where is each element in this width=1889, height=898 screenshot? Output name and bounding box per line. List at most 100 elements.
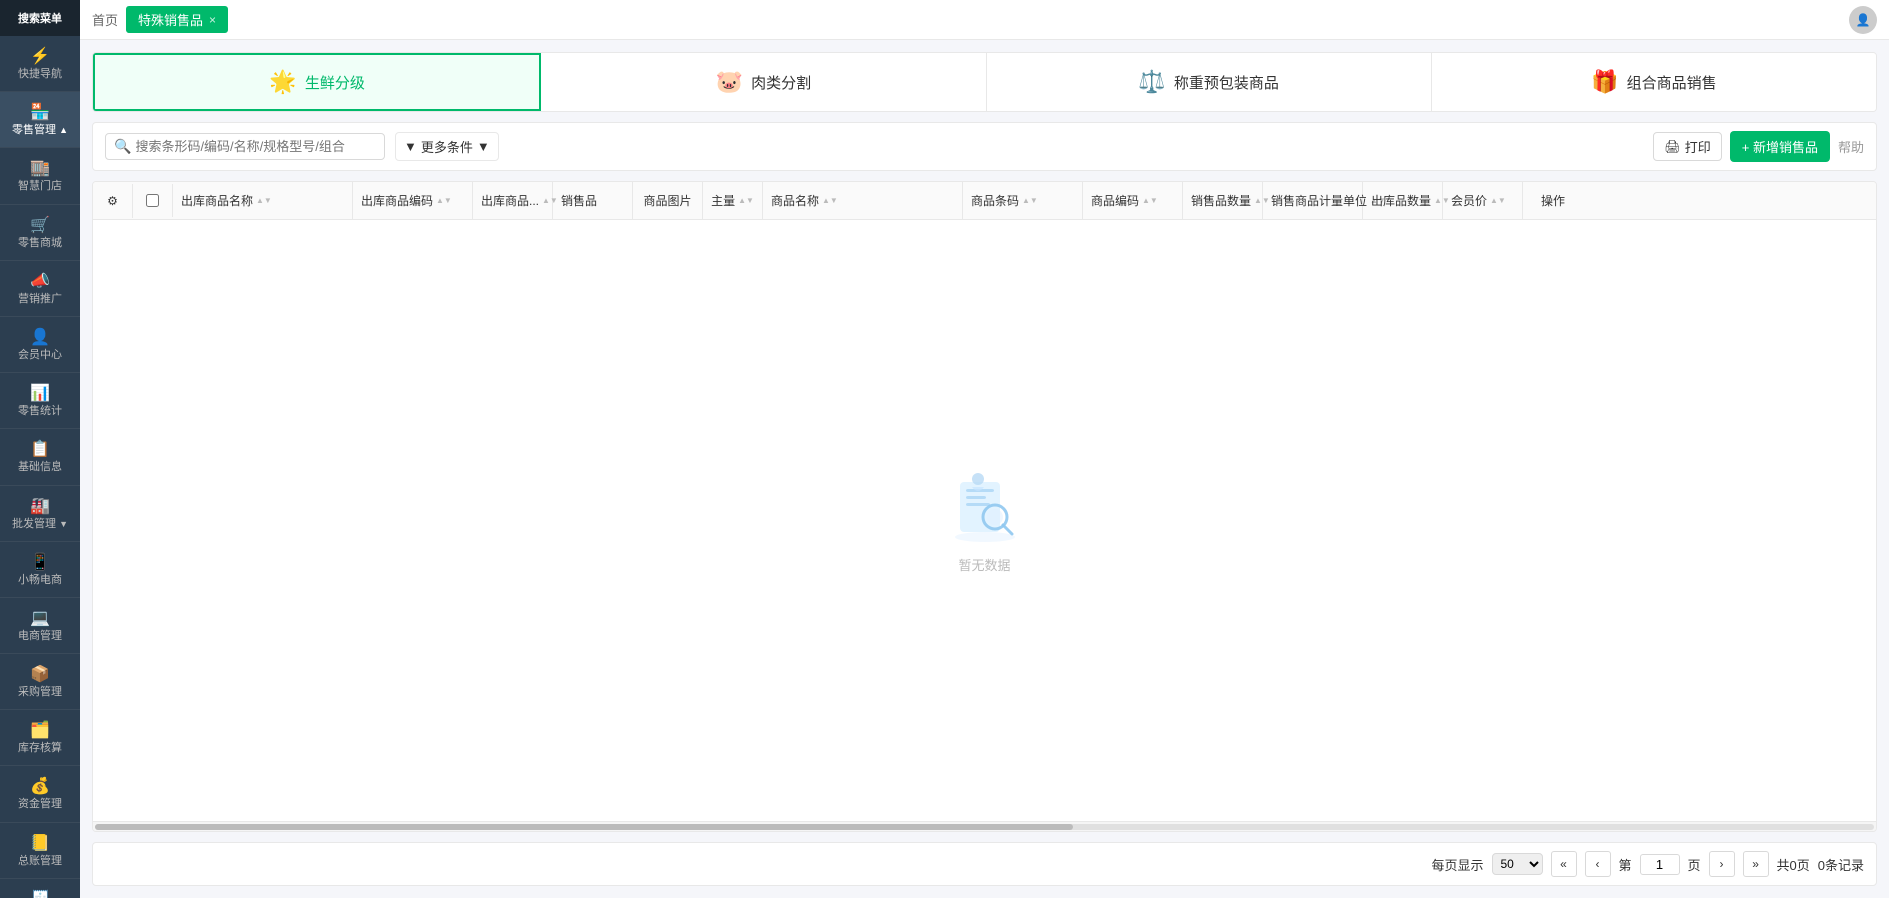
toolbar-right: 🖨 打印 + 新增销售品 帮助 bbox=[1653, 131, 1864, 162]
sidebar-item-label: 营销推广 bbox=[4, 293, 76, 306]
help-button[interactable]: 帮助 bbox=[1838, 137, 1864, 156]
basic-info-icon: 📋 bbox=[4, 439, 76, 459]
add-sales-item-button[interactable]: + 新增销售品 bbox=[1730, 131, 1830, 162]
th-gear[interactable]: ⚙ bbox=[93, 184, 133, 218]
th-check[interactable] bbox=[133, 184, 173, 217]
th-out-qty: 出库品数量 ▲▼ bbox=[1363, 182, 1443, 219]
prev-page-button[interactable]: ‹ bbox=[1585, 851, 1611, 877]
sidebar-item-label: 资金管理 bbox=[4, 798, 76, 811]
scroll-thumb[interactable] bbox=[95, 824, 1073, 830]
page-unit-label: 页 bbox=[1688, 855, 1701, 874]
th-out-name-label: 出库商品名称 bbox=[181, 192, 253, 209]
sidebar-item-retail-mgmt[interactable]: 🏪 零售管理 ▲ bbox=[0, 92, 80, 148]
print-button[interactable]: 🖨 打印 bbox=[1653, 132, 1722, 161]
stock-check-icon: 🗂️ bbox=[4, 720, 76, 740]
sort-icon[interactable]: ▲▼ bbox=[1142, 196, 1158, 205]
page-label: 第 bbox=[1619, 855, 1632, 874]
sidebar-item-general-ledger[interactable]: 📒 总账管理 bbox=[0, 823, 80, 879]
sort-icon[interactable]: ▲▼ bbox=[738, 196, 754, 205]
sidebar-item-label: 零售统计 bbox=[4, 405, 76, 418]
th-is-main: 主量 ▲▼ bbox=[703, 182, 763, 219]
sidebar-item-finance-mgmt[interactable]: 💰 资金管理 bbox=[0, 766, 80, 822]
gear-settings-icon: ⚙ bbox=[107, 194, 118, 208]
sidebar-item-ecom-mgmt[interactable]: 💻 电商管理 bbox=[0, 598, 80, 654]
retail-mall-icon: 🛒 bbox=[4, 215, 76, 235]
th-member-price-label: 会员价 bbox=[1451, 192, 1487, 209]
data-table: ⚙ 出库商品名称 ▲▼ 出库商品编码 ▲▼ 出库商品... bbox=[92, 181, 1877, 832]
horizontal-scrollbar[interactable] bbox=[93, 821, 1876, 831]
sidebar-item-member[interactable]: 👤 会员中心 bbox=[0, 317, 80, 373]
sidebar-item-wholesale-mgmt[interactable]: 🏭 批发管理 ▼ bbox=[0, 486, 80, 542]
sidebar-item-quick-nav[interactable]: ⚡ 快捷导航 bbox=[0, 36, 80, 92]
home-tab[interactable]: 首页 bbox=[92, 10, 118, 29]
per-page-select[interactable]: 50 100 200 bbox=[1492, 853, 1543, 875]
filter-button[interactable]: ▼ 更多条件 ▼ bbox=[395, 132, 499, 161]
sidebar-item-mini-store[interactable]: 📱 小畅电商 bbox=[0, 542, 80, 598]
retail-mgmt-icon: 🏪 bbox=[4, 102, 76, 122]
table-header: ⚙ 出库商品名称 ▲▼ 出库商品编码 ▲▼ 出库商品... bbox=[93, 182, 1876, 220]
th-sales-item-label: 销售品 bbox=[561, 192, 597, 209]
sidebar-item-promo[interactable]: 📣 营销推广 bbox=[0, 261, 80, 317]
user-avatar[interactable]: 👤 bbox=[1849, 6, 1877, 34]
search-input[interactable] bbox=[135, 139, 375, 154]
add-label: + 新增销售品 bbox=[1742, 137, 1818, 156]
sort-icon[interactable]: ▲▼ bbox=[822, 196, 838, 205]
table-scroll[interactable]: ⚙ 出库商品名称 ▲▼ 出库商品编码 ▲▼ 出库商品... bbox=[93, 182, 1876, 220]
cat-tab-label: 称重预包装商品 bbox=[1174, 72, 1279, 93]
scroll-track bbox=[95, 824, 1874, 830]
first-page-button[interactable]: « bbox=[1551, 851, 1577, 877]
sort-icon[interactable]: ▲▼ bbox=[1490, 196, 1506, 205]
sidebar-item-purchase-mgmt[interactable]: 📦 采购管理 bbox=[0, 654, 80, 710]
wholesale-mgmt-icon: 🏭 bbox=[4, 496, 76, 516]
combo-icon: 🎁 bbox=[1591, 69, 1618, 95]
sidebar-item-smart-store[interactable]: 🏬 智慧门店 bbox=[0, 148, 80, 204]
sidebar-item-label: 小畅电商 bbox=[4, 574, 76, 587]
th-goods-name-label: 商品名称 bbox=[771, 192, 819, 209]
sort-icon[interactable]: ▲▼ bbox=[436, 196, 452, 205]
sidebar-item-label: 基础信息 bbox=[4, 461, 76, 474]
sidebar-item-basic-info[interactable]: 📋 基础信息 bbox=[0, 429, 80, 485]
th-out-qty-label: 出库品数量 bbox=[1371, 192, 1431, 209]
close-tab-button[interactable]: × bbox=[209, 13, 216, 27]
total-pages-label: 共0页 bbox=[1777, 855, 1810, 874]
sidebar-item-label: 总账管理 bbox=[4, 855, 76, 868]
total-count-label: 0条记录 bbox=[1818, 855, 1864, 874]
th-out-code-label: 出库商品编码 bbox=[361, 192, 433, 209]
sidebar-item-label: 批发管理 bbox=[12, 518, 56, 530]
sidebar-item-label: 库存核算 bbox=[4, 742, 76, 755]
sidebar-item-invoice-mgmt[interactable]: 🧾 发票管理 bbox=[0, 879, 80, 898]
promo-icon: 📣 bbox=[4, 271, 76, 291]
cat-tab-fresh-grade[interactable]: 🌟 生鲜分级 bbox=[93, 53, 541, 111]
general-ledger-icon: 📒 bbox=[4, 833, 76, 853]
th-goods-barcode: 商品条码 ▲▼ bbox=[963, 182, 1083, 219]
th-out-name: 出库商品名称 ▲▼ bbox=[173, 182, 353, 219]
th-sales-item: 销售品 bbox=[553, 182, 633, 219]
th-sales-unit: 销售商品计量单位 ▲▼ bbox=[1263, 182, 1363, 219]
th-sales-unit-label: 销售商品计量单位 bbox=[1271, 192, 1367, 209]
sidebar-item-retail-mall[interactable]: 🛒 零售商城 bbox=[0, 205, 80, 261]
th-goods-img: 商品图片 bbox=[633, 182, 703, 219]
sidebar-item-retail-stat[interactable]: 📊 零售统计 bbox=[0, 373, 80, 429]
sidebar-item-label: 智慧门店 bbox=[4, 180, 76, 193]
sidebar-item-stock-check[interactable]: 🗂️ 库存核算 bbox=[0, 710, 80, 766]
th-goods-name: 商品名称 ▲▼ bbox=[763, 182, 963, 219]
cat-tab-meat-cut[interactable]: 🐷 肉类分割 bbox=[541, 53, 986, 111]
sidebar-logo[interactable]: 搜索菜单 bbox=[0, 0, 80, 36]
th-operation-label: 操作 bbox=[1541, 192, 1565, 209]
next-page-button[interactable]: › bbox=[1709, 851, 1735, 877]
sort-icon[interactable]: ▲▼ bbox=[1022, 196, 1038, 205]
empty-text: 暂无数据 bbox=[958, 555, 1010, 574]
page-input[interactable] bbox=[1640, 854, 1680, 875]
last-page-button[interactable]: » bbox=[1743, 851, 1769, 877]
sidebar-item-label: 电商管理 bbox=[4, 630, 76, 643]
retail-stat-icon: 📊 bbox=[4, 383, 76, 403]
cat-tab-weight-pack[interactable]: ⚖️ 称重预包装商品 bbox=[987, 53, 1432, 111]
th-sales-qty: 销售品数量 ▲▼ bbox=[1183, 182, 1263, 219]
cat-tab-combo[interactable]: 🎁 组合商品销售 bbox=[1432, 53, 1876, 111]
select-all-checkbox[interactable] bbox=[146, 194, 159, 207]
sort-icon[interactable]: ▲▼ bbox=[256, 196, 272, 205]
topbar: 首页 特殊销售品 × 👤 bbox=[80, 0, 1889, 40]
invoice-mgmt-icon: 🧾 bbox=[4, 889, 76, 898]
search-box[interactable]: 🔍 bbox=[105, 133, 385, 160]
active-tab[interactable]: 特殊销售品 × bbox=[126, 6, 228, 33]
